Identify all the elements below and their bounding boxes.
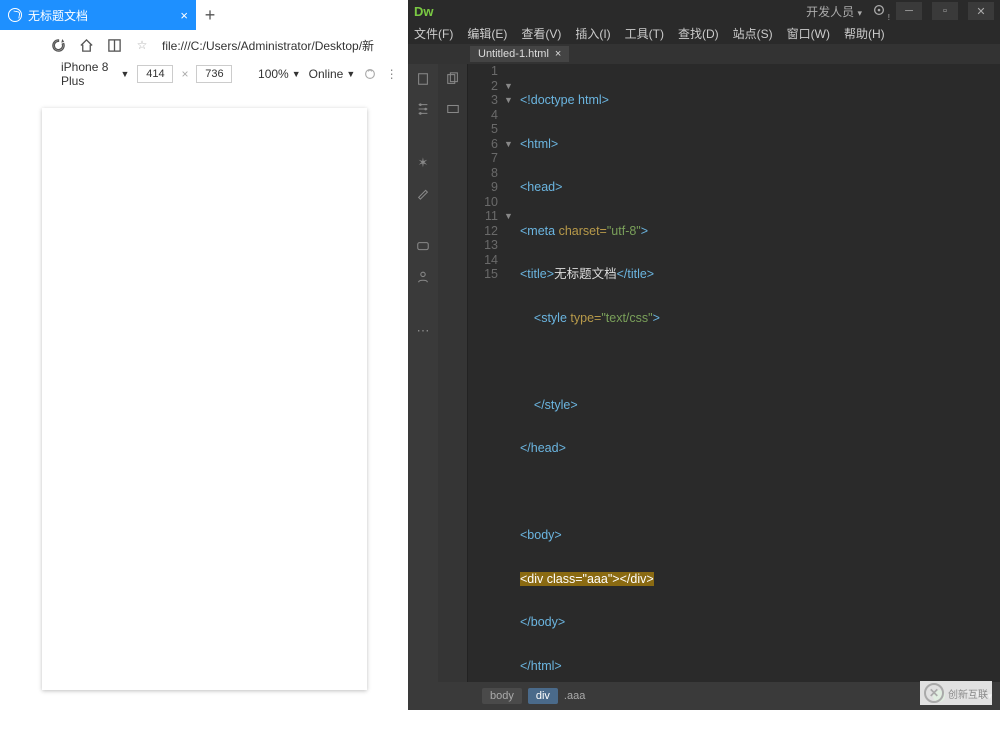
book-icon[interactable] [106,37,122,53]
dw-file-tabs: Untitled-1.html× [408,44,1000,64]
css-icon[interactable] [444,100,462,118]
menu-find[interactable]: 查找(D) [678,25,719,42]
reload-icon[interactable] [50,37,66,53]
watermark-text: 创新互联 [948,686,988,701]
star-icon[interactable]: ☆ [134,37,150,53]
workspace-select[interactable]: 开发人员 ▾ [806,3,862,20]
crumb-div[interactable]: div [528,688,558,704]
maximize-button[interactable]: ▫ [932,2,958,20]
menu-view[interactable]: 查看(V) [521,25,561,42]
dw-logo: Dw [414,4,434,19]
fold-arrows: ▼▼▼▼ [504,64,518,282]
menu-window[interactable]: 窗口(W) [787,25,830,42]
rotate-icon[interactable] [363,66,377,82]
browser-tabbar: 无标题文档 × + [0,0,408,30]
gear-icon[interactable]: ! [872,3,886,20]
brush-icon[interactable] [414,184,432,202]
code-content: <!doctype html> <html> <head> <meta char… [520,64,1000,746]
crumb-body[interactable]: body [482,688,522,704]
minimize-button[interactable]: ─ [896,2,922,20]
device-select[interactable]: iPhone 8 Plus▼ [61,60,129,88]
settings-icon[interactable] [414,100,432,118]
menu-site[interactable]: 站点(S) [733,25,773,42]
times-icon: × [181,67,188,81]
line-gutter: 123456789101112131415 [468,64,504,282]
wand-icon[interactable]: ✶ [414,154,432,172]
watermark-logo-icon: ✕ [924,683,944,703]
menu-insert[interactable]: 插入(I) [575,25,610,42]
dw-statusbar: body div .aaa HTML ▾ [408,682,1000,710]
crumb-class[interactable]: .aaa [564,690,585,702]
person-icon[interactable] [414,268,432,286]
height-input[interactable] [196,65,232,83]
network-select[interactable]: Online▼ [309,67,356,81]
menu-help[interactable]: 帮助(H) [844,25,885,42]
dw-titlebar: Dw 开发人员 ▾ ! ─ ▫ ✕ [408,0,1000,22]
dw-sidebar-panel [438,64,468,682]
url-bar[interactable]: file:///C:/Users/Administrator/Desktop/新 [162,37,400,54]
dw-sidebar-left: ✶ ⋯ [408,64,438,682]
more-icon[interactable]: ⋮ [385,66,398,82]
home-icon[interactable] [78,37,94,53]
dreamweaver-window: Dw 开发人员 ▾ ! ─ ▫ ✕ 文件(F) 编辑(E) 查看(V) 插入(I… [408,0,1000,710]
close-icon[interactable]: × [180,8,188,23]
menu-file[interactable]: 文件(F) [414,25,453,42]
files-icon[interactable] [444,70,462,88]
tab-title: 无标题文档 [28,7,88,24]
globe-icon [8,8,22,22]
browser-window: 无标题文档 × + ☆ file:///C:/Users/Administrat… [0,0,408,710]
browser-toolbar: ☆ file:///C:/Users/Administrator/Desktop… [0,30,408,60]
chat-icon[interactable] [414,238,432,256]
dw-menubar: 文件(F) 编辑(E) 查看(V) 插入(I) 工具(T) 查找(D) 站点(S… [408,22,1000,44]
preview-canvas [42,108,367,690]
menu-tools[interactable]: 工具(T) [625,25,664,42]
code-editor[interactable]: 123456789101112131415 ▼▼▼▼ <!doctype htm… [468,64,1000,682]
dev-toolbar: iPhone 8 Plus▼ × 100%▼ Online▼ ⋮ [0,60,408,88]
close-button[interactable]: ✕ [968,2,994,20]
new-tab-button[interactable]: + [196,5,224,26]
file-icon[interactable] [414,70,432,88]
more-icon[interactable]: ⋯ [414,322,432,340]
width-input[interactable] [137,65,173,83]
menu-edit[interactable]: 编辑(E) [467,25,507,42]
close-icon[interactable]: × [555,48,561,60]
zoom-select[interactable]: 100%▼ [258,67,301,81]
browser-tab-active[interactable]: 无标题文档 × [0,0,196,30]
file-tab[interactable]: Untitled-1.html× [470,46,569,62]
watermark: ✕ 创新互联 [920,681,992,705]
